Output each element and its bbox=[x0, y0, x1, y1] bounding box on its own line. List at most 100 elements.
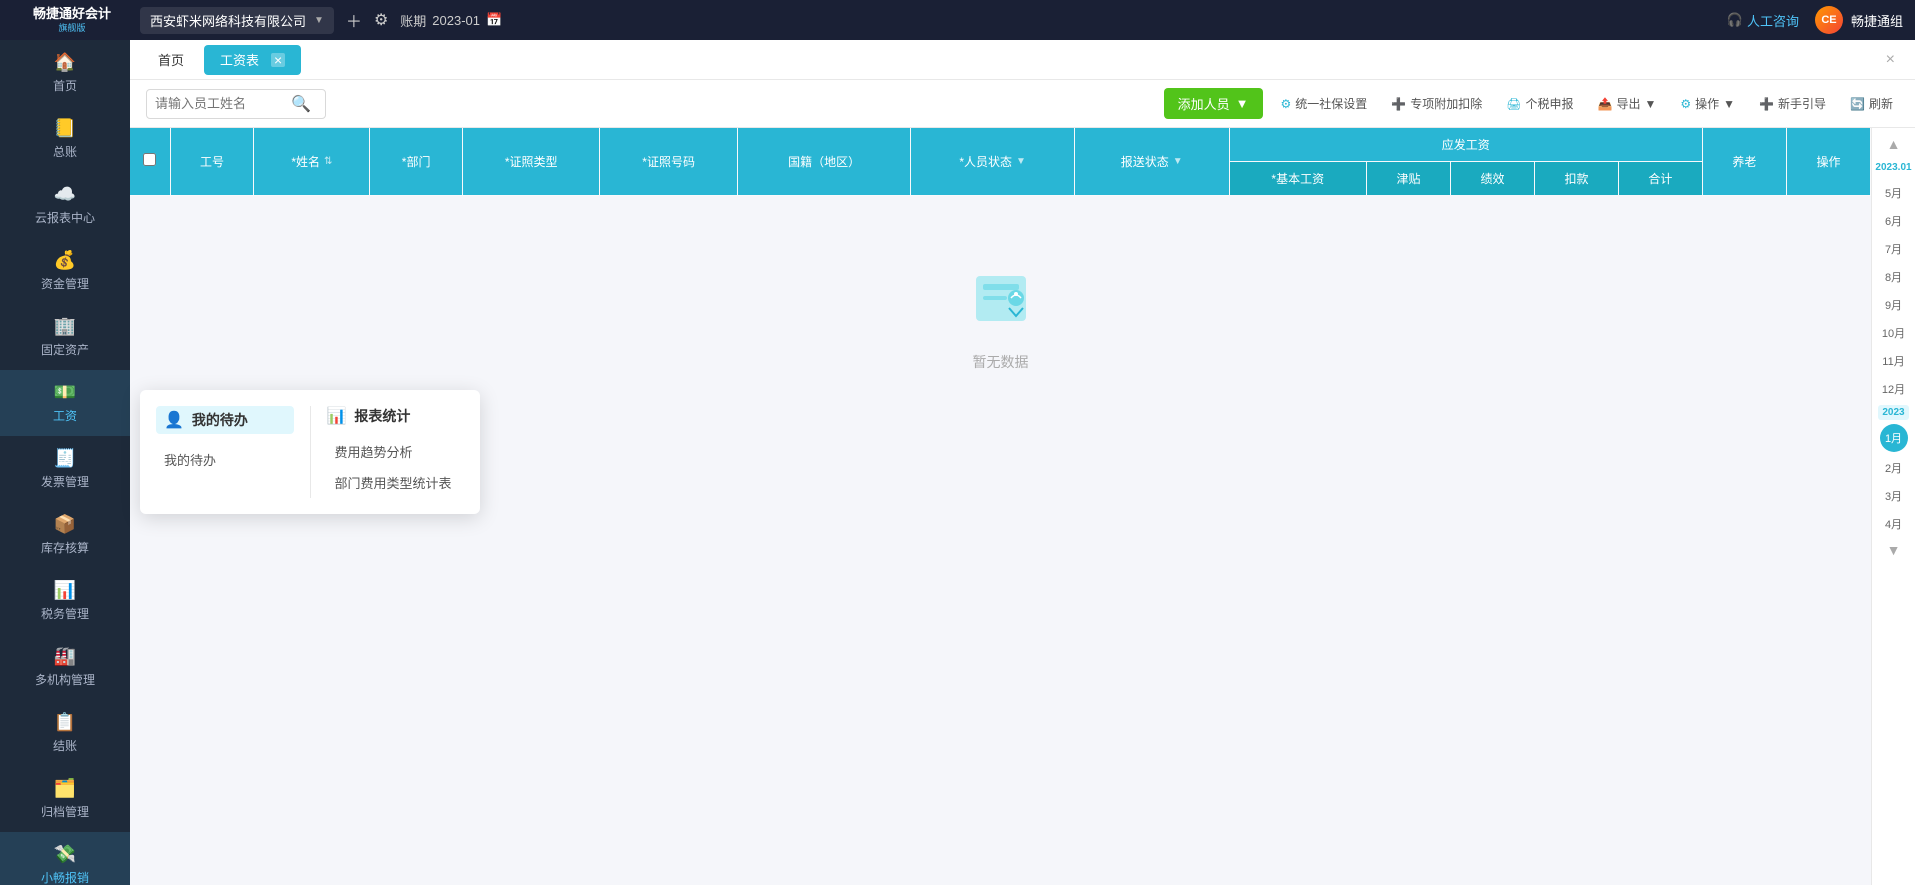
filter-status-icon[interactable]: ▼ bbox=[1016, 156, 1026, 167]
user-info[interactable]: CE 畅捷通组 bbox=[1815, 6, 1903, 34]
search-box[interactable]: 🔍 bbox=[146, 89, 326, 119]
month-jan[interactable]: 1月 bbox=[1880, 424, 1908, 452]
period-label: 账期 bbox=[400, 11, 426, 30]
export-btn[interactable]: 📤 导出 ▼ bbox=[1592, 91, 1663, 116]
sidebar-label-salary: 工资 bbox=[53, 407, 77, 424]
user-name: 畅捷通组 bbox=[1851, 11, 1903, 30]
tab-salary[interactable]: 工资表 × bbox=[204, 45, 301, 75]
sidebar-item-cloud-report[interactable]: ☁️ 云报表中心 bbox=[0, 172, 130, 238]
inventory-sidebar-icon: 📦 bbox=[54, 514, 76, 535]
company-name: 西安虾米网络科技有限公司 bbox=[150, 11, 306, 30]
new-guide-btn[interactable]: ➕ 新手引导 bbox=[1753, 91, 1832, 116]
guide-icon: ➕ bbox=[1759, 97, 1774, 111]
popup-col-left: 👤 我的待办 我的待办 bbox=[156, 406, 294, 498]
operate-icon: ⚙ bbox=[1680, 97, 1691, 111]
popup-item-cost-trend[interactable]: 费用趋势分析 bbox=[327, 436, 465, 467]
sidebar-item-close[interactable]: 📋 结账 bbox=[0, 700, 130, 766]
th-performance: 绩效 bbox=[1450, 162, 1534, 196]
tabs-bar: 首页工资表 ×× bbox=[130, 40, 1915, 80]
avatar: CE bbox=[1815, 6, 1843, 34]
refresh-btn[interactable]: 🔄 刷新 bbox=[1844, 91, 1899, 116]
month-dec[interactable]: 12月 bbox=[1872, 375, 1915, 403]
th-checkbox[interactable] bbox=[130, 128, 170, 195]
th-status: *人员状态 ▼ bbox=[911, 128, 1074, 195]
sidebar-item-ledger[interactable]: 📒 总账 bbox=[0, 106, 130, 172]
filter-report-icon[interactable]: ▼ bbox=[1173, 156, 1183, 167]
sidebar-item-home[interactable]: 🏠 首页 bbox=[0, 40, 130, 106]
table-header-row1: 工号 *姓名 ⇅ *部门 *证照类型 *证照号码 国籍（地区） bbox=[130, 128, 1871, 162]
sidebar-item-multi-org[interactable]: 🏭 多机构管理 bbox=[0, 634, 130, 700]
topbar-actions: ＋ ⚙ 账期 2023-01 📅 bbox=[346, 8, 502, 32]
sidebar-label-archive: 归档管理 bbox=[41, 803, 89, 820]
tax-sidebar-icon: 📊 bbox=[54, 580, 76, 601]
sidebar-label-cloud-report: 云报表中心 bbox=[35, 209, 95, 226]
sidebar-item-invoice[interactable]: 🧾 发票管理 bbox=[0, 436, 130, 502]
th-number: 工号 bbox=[170, 128, 254, 195]
topbar: 畅捷通好会计 旗舰版 西安虾米网络科技有限公司 ▼ ＋ ⚙ 账期 2023-01… bbox=[0, 0, 1915, 40]
add-button[interactable]: ＋ bbox=[346, 8, 362, 32]
month-oct[interactable]: 10月 bbox=[1872, 319, 1915, 347]
sidebar-label-home: 首页 bbox=[53, 77, 77, 94]
print-icon: 🖨 bbox=[1506, 97, 1521, 111]
sidebar-item-archive[interactable]: 🗂️ 归档管理 bbox=[0, 766, 130, 832]
sidebar-item-fixed-asset[interactable]: 🏢 固定资产 bbox=[0, 304, 130, 370]
month-may[interactable]: 5月 bbox=[1872, 179, 1915, 207]
sort-name-icon[interactable]: ⇅ bbox=[324, 156, 332, 167]
select-all-checkbox[interactable] bbox=[143, 153, 156, 166]
month-feb[interactable]: 2月 bbox=[1872, 454, 1915, 482]
special-deduct-btn[interactable]: ➕ 专项附加扣除 bbox=[1385, 91, 1488, 116]
sidebar-item-tax[interactable]: 📊 税务管理 bbox=[0, 568, 130, 634]
sidebar-label-xiaochang: 小畅报销 bbox=[41, 869, 89, 885]
search-icon: 🔍 bbox=[291, 94, 311, 114]
sidebar-item-salary[interactable]: 💵 工资 bbox=[0, 370, 130, 436]
tab-home[interactable]: 首页 bbox=[142, 45, 200, 75]
cloud-report-sidebar-icon: ☁️ bbox=[54, 184, 76, 205]
sidebar-label-ledger: 总账 bbox=[53, 143, 77, 160]
month-jul[interactable]: 7月 bbox=[1872, 235, 1915, 263]
company-selector[interactable]: 西安虾米网络科技有限公司 ▼ bbox=[140, 7, 334, 34]
th-total: 合计 bbox=[1618, 162, 1702, 196]
operate-arrow-icon: ▼ bbox=[1723, 97, 1735, 111]
toolbar-right: 添加人员 ▼ ⚙ 统一社保设置 ➕ 专项附加扣除 🖨 个税申报 📤 导出 bbox=[1164, 88, 1899, 119]
ledger-sidebar-icon: 📒 bbox=[54, 118, 76, 139]
th-pension: 养老 bbox=[1702, 128, 1786, 195]
export-arrow-icon: ▼ bbox=[1645, 97, 1657, 111]
salary-table: 工号 *姓名 ⇅ *部门 *证照类型 *证照号码 国籍（地区） bbox=[130, 128, 1871, 196]
topbar-right: 🎧 人工咨询 CE 畅捷通组 bbox=[1727, 6, 1903, 34]
social-security-btn[interactable]: ⚙ 统一社保设置 bbox=[1275, 91, 1374, 116]
th-salary-group: 应发工资 bbox=[1229, 128, 1702, 162]
timeline-up-arrow[interactable]: ▲ bbox=[1883, 132, 1905, 156]
period-value: 2023-01 bbox=[432, 13, 480, 28]
sidebar-label-fixed-asset: 固定资产 bbox=[41, 341, 89, 358]
sidebar-item-fund[interactable]: 💰 资金管理 bbox=[0, 238, 130, 304]
sidebar-item-inventory[interactable]: 📦 库存核算 bbox=[0, 502, 130, 568]
close-tab-all-btn[interactable]: × bbox=[1878, 51, 1903, 69]
timeline-down-arrow[interactable]: ▼ bbox=[1883, 538, 1905, 562]
popup-item-my-pending[interactable]: 我的待办 bbox=[156, 444, 294, 475]
tax-report-btn[interactable]: 🖨 个税申报 bbox=[1500, 91, 1579, 116]
dropdown-icon: ▼ bbox=[1236, 96, 1249, 111]
service-label: 人工咨询 bbox=[1747, 11, 1799, 30]
popup-section-pending-title: 👤 我的待办 bbox=[156, 406, 294, 434]
search-input[interactable] bbox=[155, 96, 285, 111]
operate-btn[interactable]: ⚙ 操作 ▼ bbox=[1674, 91, 1741, 116]
salary-sidebar-icon: 💵 bbox=[54, 382, 76, 403]
sidebar-item-xiaochang[interactable]: 💸 小畅报销 bbox=[0, 832, 130, 885]
add-person-button[interactable]: 添加人员 ▼ bbox=[1164, 88, 1263, 119]
month-aug[interactable]: 8月 bbox=[1872, 263, 1915, 291]
th-country: 国籍（地区） bbox=[737, 128, 911, 195]
calendar-icon[interactable]: 📅 bbox=[486, 12, 502, 28]
tab-close-salary[interactable]: × bbox=[271, 53, 285, 67]
month-jun[interactable]: 6月 bbox=[1872, 207, 1915, 235]
month-apr[interactable]: 4月 bbox=[1872, 510, 1915, 538]
popup-item-dept-cost[interactable]: 部门费用类型统计表 bbox=[327, 467, 465, 498]
sidebar-label-fund: 资金管理 bbox=[41, 275, 89, 292]
service-button[interactable]: 🎧 人工咨询 bbox=[1727, 11, 1799, 30]
settings-icon[interactable]: ⚙ bbox=[374, 10, 388, 30]
fixed-asset-sidebar-icon: 🏢 bbox=[54, 316, 76, 337]
settings-icon: ⚙ bbox=[1281, 97, 1292, 111]
month-sep[interactable]: 9月 bbox=[1872, 291, 1915, 319]
month-mar[interactable]: 3月 bbox=[1872, 482, 1915, 510]
logo: 畅捷通好会计 旗舰版 bbox=[12, 6, 132, 35]
month-nov[interactable]: 11月 bbox=[1872, 347, 1915, 375]
